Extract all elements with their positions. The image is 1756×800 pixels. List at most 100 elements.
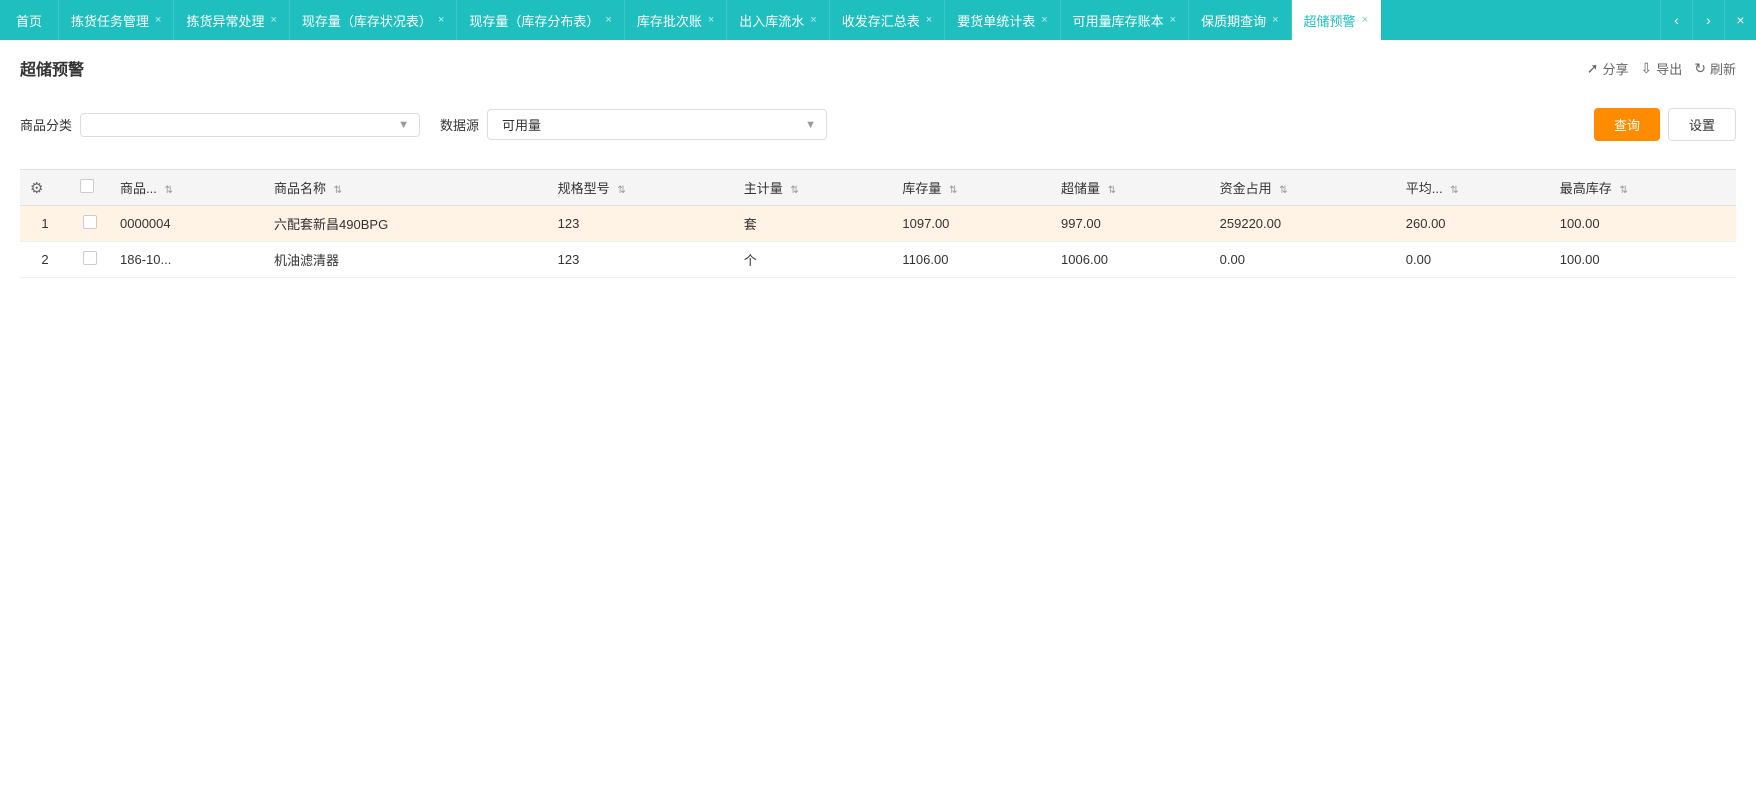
- th-spec[interactable]: 规格型号 ⇅: [548, 170, 734, 206]
- cell-avg: 0.00: [1396, 242, 1550, 278]
- nav-tab-label: 拣货异常处理: [186, 11, 264, 30]
- table-header: ⚙ 商品... ⇅ 商品名称 ⇅ 规格型号 ⇅ 主计量: [20, 170, 1736, 206]
- close-icon[interactable]: ×: [1041, 14, 1047, 26]
- th-checkbox: [70, 170, 110, 206]
- datasource-select[interactable]: 可用量 ▼: [487, 109, 827, 140]
- sort-icon: ⇅: [617, 185, 625, 196]
- th-over-label: 超储量: [1061, 181, 1100, 196]
- cell-capital: 259220.00: [1210, 206, 1396, 242]
- nav-tab-keyongliang[interactable]: 可用量库存账本 ×: [1061, 0, 1189, 40]
- nav-tab-xiancunliang2[interactable]: 现存量（库存分布表） ×: [457, 0, 624, 40]
- cell-spec: 123: [548, 242, 734, 278]
- cell-avg: 260.00: [1396, 206, 1550, 242]
- row-checkbox[interactable]: [83, 215, 97, 229]
- nav-tab-label: 出入库流水: [739, 11, 804, 30]
- close-icon[interactable]: ×: [1170, 14, 1176, 26]
- nav-tab-jianhuorenwuguanli[interactable]: 拣货任务管理 ×: [59, 0, 174, 40]
- cell-spec: 123: [548, 206, 734, 242]
- nav-tab-churukuliushui[interactable]: 出入库流水 ×: [727, 0, 829, 40]
- th-max[interactable]: 最高库存 ⇅: [1550, 170, 1736, 206]
- nav-tab-shofacunhuizong[interactable]: 收发存汇总表 ×: [830, 0, 945, 40]
- refresh-button[interactable]: ↻ 刷新: [1694, 59, 1736, 78]
- datasource-filter-group: 数据源 可用量 ▼: [440, 109, 827, 140]
- table-body: 1 0000004 六配套新昌490BPG 123 套 1097.00 997.…: [20, 206, 1736, 278]
- cell-max: 100.00: [1550, 206, 1736, 242]
- sort-icon: ⇅: [164, 185, 172, 196]
- datasource-select-value: 可用量: [502, 115, 541, 134]
- close-icon[interactable]: ×: [155, 14, 161, 26]
- nav-tab-label: 要货单统计表: [957, 11, 1035, 30]
- export-button[interactable]: ⇩ 导出: [1641, 59, 1683, 78]
- th-unit[interactable]: 主计量 ⇅: [734, 170, 893, 206]
- settings-icon[interactable]: ⚙: [30, 180, 43, 197]
- th-capital-label: 资金占用: [1220, 181, 1272, 196]
- nav-tab-label: 现存量（库存状况表）: [302, 11, 432, 30]
- cell-code: 0000004: [110, 206, 264, 242]
- cell-code: 186-10...: [110, 242, 264, 278]
- nav-tab-label: 收发存汇总表: [842, 11, 920, 30]
- nav-tab-baozhi[interactable]: 保质期查询 ×: [1189, 0, 1291, 40]
- nav-tab-jianhuoyichangchuli[interactable]: 拣货异常处理 ×: [174, 0, 289, 40]
- close-icon[interactable]: ×: [605, 14, 611, 26]
- th-avg[interactable]: 平均... ⇅: [1396, 170, 1550, 206]
- cell-checkbox: [70, 206, 110, 242]
- sort-icon: ⇅: [949, 185, 957, 196]
- settings-button[interactable]: 设置: [1668, 108, 1736, 141]
- select-all-checkbox[interactable]: [80, 179, 94, 193]
- cell-name: 机油滤清器: [264, 242, 548, 278]
- nav-tab-kucunpicizh[interactable]: 库存批次账 ×: [625, 0, 727, 40]
- th-code-label: 商品...: [120, 181, 157, 196]
- nav-tab-xiancunliang1[interactable]: 现存量（库存状况表） ×: [290, 0, 457, 40]
- th-over[interactable]: 超储量 ⇅: [1051, 170, 1210, 206]
- cell-index: 1: [20, 206, 70, 242]
- th-settings: ⚙: [20, 170, 70, 206]
- close-icon[interactable]: ×: [1272, 14, 1278, 26]
- category-filter-group: 商品分类 ▼: [20, 113, 420, 137]
- nav-tab-yaohuo[interactable]: 要货单统计表 ×: [945, 0, 1060, 40]
- data-table: ⚙ 商品... ⇅ 商品名称 ⇅ 规格型号 ⇅ 主计量: [20, 169, 1736, 278]
- cell-name: 六配套新昌490BPG: [264, 206, 548, 242]
- sort-icon: ⇅: [1450, 185, 1458, 196]
- query-button[interactable]: 查询: [1594, 108, 1660, 141]
- sort-icon: ⇅: [1108, 185, 1116, 196]
- nav-tab-chaochuyujing[interactable]: 超储预警 ×: [1292, 0, 1381, 40]
- category-select[interactable]: ▼: [80, 113, 420, 137]
- sort-icon: ⇅: [334, 185, 342, 196]
- th-code[interactable]: 商品... ⇅: [110, 170, 264, 206]
- close-icon[interactable]: ×: [1362, 14, 1368, 26]
- share-label: 分享: [1602, 59, 1628, 78]
- th-max-label: 最高库存: [1560, 181, 1612, 196]
- nav-tab-label: 拣货任务管理: [71, 11, 149, 30]
- sort-icon: ⇅: [1619, 185, 1627, 196]
- th-capital[interactable]: 资金占用 ⇅: [1210, 170, 1396, 206]
- close-icon[interactable]: ×: [438, 14, 444, 26]
- nav-tab-label: 库存批次账: [637, 11, 702, 30]
- close-icon[interactable]: ×: [708, 14, 714, 26]
- close-icon[interactable]: ×: [270, 14, 276, 26]
- th-unit-label: 主计量: [744, 181, 783, 196]
- nav-arrows: ‹ › ×: [1660, 0, 1756, 40]
- cell-over: 997.00: [1051, 206, 1210, 242]
- nav-tab-label: 超储预警: [1304, 11, 1356, 30]
- cell-unit: 套: [734, 206, 893, 242]
- cell-stock: 1097.00: [892, 206, 1051, 242]
- nav-tab-label: 可用量库存账本: [1073, 11, 1164, 30]
- row-checkbox[interactable]: [83, 251, 97, 265]
- th-name[interactable]: 商品名称 ⇅: [264, 170, 548, 206]
- share-button[interactable]: ➚ 分享: [1587, 59, 1629, 78]
- close-icon[interactable]: ×: [926, 14, 932, 26]
- nav-tab-label: 现存量（库存分布表）: [469, 11, 599, 30]
- chevron-down-icon: ▼: [398, 119, 409, 131]
- th-stock[interactable]: 库存量 ⇅: [892, 170, 1051, 206]
- nav-prev-arrow[interactable]: ‹: [1660, 0, 1692, 40]
- datasource-label: 数据源: [440, 115, 479, 134]
- th-name-label: 商品名称: [274, 181, 326, 196]
- nav-next-arrow[interactable]: ›: [1692, 0, 1724, 40]
- nav-home[interactable]: 首页: [0, 0, 59, 40]
- cell-checkbox: [70, 242, 110, 278]
- close-icon[interactable]: ×: [810, 14, 816, 26]
- nav-close-arrow[interactable]: ×: [1724, 0, 1756, 40]
- th-spec-label: 规格型号: [558, 181, 610, 196]
- cell-max: 100.00: [1550, 242, 1736, 278]
- nav-tab-label: 保质期查询: [1201, 11, 1266, 30]
